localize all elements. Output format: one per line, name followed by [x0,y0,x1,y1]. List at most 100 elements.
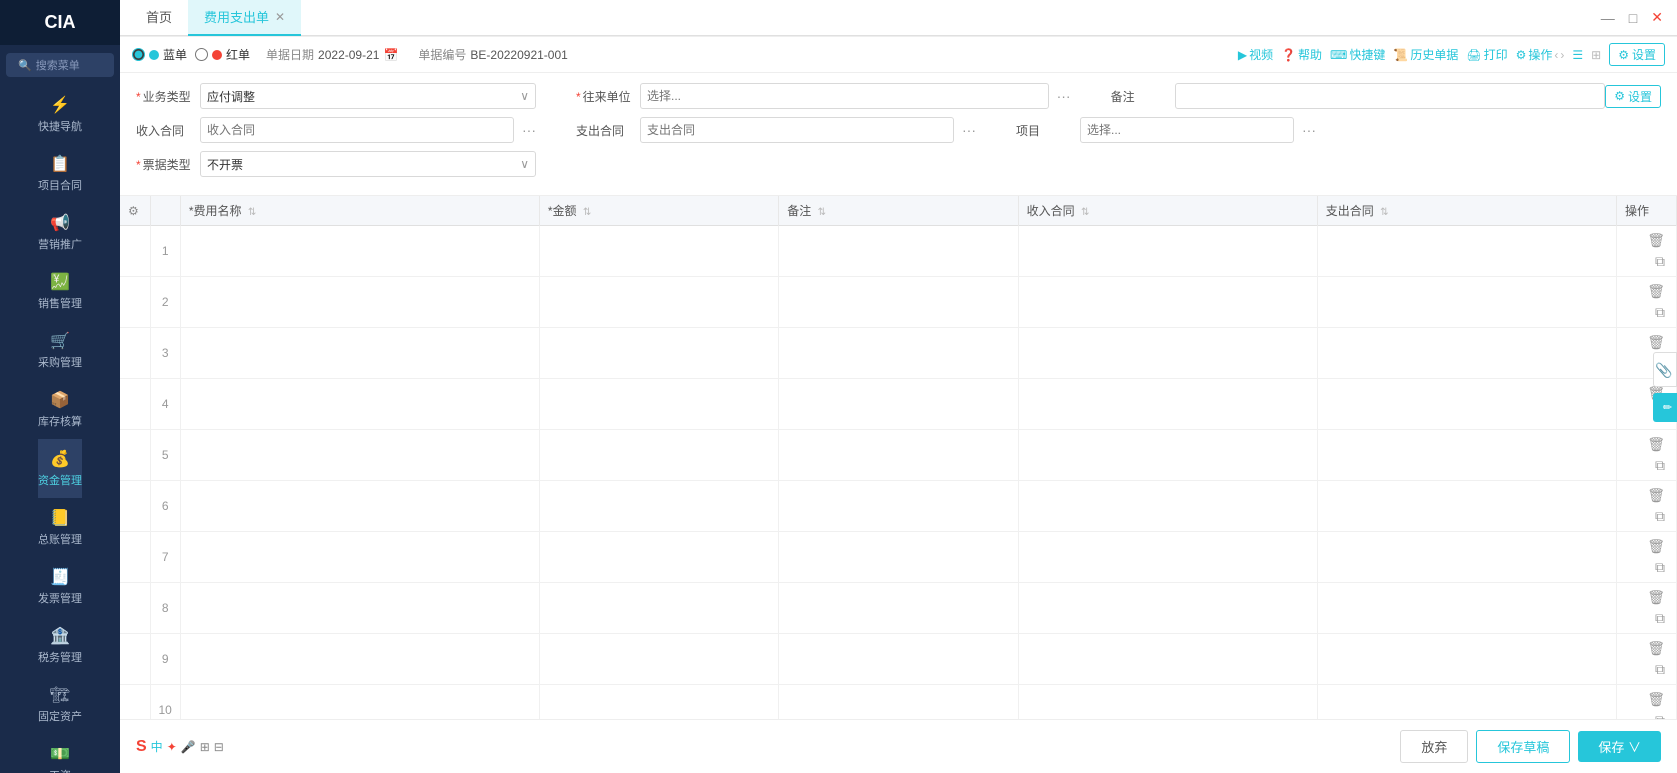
row-delete-9[interactable]: 🗑 [1644,638,1668,659]
row-name-10[interactable] [180,685,539,720]
row-copy-9[interactable]: ⧉ [1652,659,1668,680]
row-amount-4[interactable] [539,379,778,430]
row-check-3[interactable] [120,328,150,379]
row-delete-5[interactable]: 🗑 [1644,434,1668,455]
row-expense-5[interactable] [1317,430,1616,481]
red-radio[interactable] [195,48,208,61]
row-income-9[interactable] [1018,634,1317,685]
tab-home[interactable]: 首页 [130,0,188,36]
sidebar-item-accounting[interactable]: 📒总账管理 [38,498,82,557]
row-name-9[interactable] [180,634,539,685]
sidebar-item-project-contract[interactable]: 📋项目合同 [38,144,82,203]
row-copy-5[interactable]: ⧉ [1652,455,1668,476]
th-name-sort[interactable]: ⇅ [248,207,256,218]
project-input[interactable] [1080,117,1294,143]
row-income-2[interactable] [1018,277,1317,328]
blue-radio[interactable] [132,48,145,61]
sidebar-item-sales[interactable]: 💹销售管理 [38,262,82,321]
action-button[interactable]: ✏ [1653,393,1677,422]
row-check-10[interactable] [120,685,150,720]
row-delete-8[interactable]: 🗑 [1644,587,1668,608]
row-copy-8[interactable]: ⧉ [1652,608,1668,629]
row-income-3[interactable] [1018,328,1317,379]
row-delete-6[interactable]: 🗑 [1644,485,1668,506]
sidebar-search[interactable]: 🔍 搜索菜单 [6,53,114,77]
row-expense-2[interactable] [1317,277,1616,328]
row-name-8[interactable] [180,583,539,634]
table-settings-icon[interactable]: ⚙ [128,204,139,218]
layout-icon-list[interactable]: ☰ [1572,48,1583,62]
th-income-sort[interactable]: ⇅ [1081,207,1089,218]
sidebar-item-tax[interactable]: 🏦税务管理 [38,616,82,675]
row-copy-1[interactable]: ⧉ [1652,251,1668,272]
layout-icon-grid[interactable]: ⊞ [1591,48,1601,62]
row-amount-1[interactable] [539,226,778,277]
row-name-5[interactable] [180,430,539,481]
shortcut-btn[interactable]: ⌨ 快捷键 [1330,46,1385,63]
print-btn[interactable]: 🖨 打印 [1466,46,1507,63]
row-note-8[interactable] [779,583,1018,634]
partner-input[interactable] [640,83,1049,109]
sidebar-item-inventory[interactable]: 📦库存核算 [38,380,82,439]
note-input[interactable] [1175,83,1606,109]
row-note-5[interactable] [779,430,1018,481]
nav-prev-icon[interactable]: ‹ [1554,48,1558,62]
sidebar-item-quick-nav[interactable]: ⚡快捷导航 [38,85,82,144]
row-name-1[interactable] [180,226,539,277]
close-btn[interactable]: ✕ [1647,9,1667,26]
biz-type-select[interactable]: 应付调整 ∨ [200,83,536,109]
row-amount-8[interactable] [539,583,778,634]
row-expense-4[interactable] [1317,379,1616,430]
row-expense-6[interactable] [1317,481,1616,532]
save-button[interactable]: 保存 ∨ [1578,731,1661,762]
nav-next-icon[interactable]: › [1560,48,1564,62]
row-delete-10[interactable]: 🗑 [1644,689,1668,710]
blue-radio-label[interactable]: 蓝单 [132,46,187,63]
row-amount-5[interactable] [539,430,778,481]
sidebar-item-capital[interactable]: 💰资金管理 [38,439,82,498]
video-btn[interactable]: ▶ 视频 [1238,46,1273,63]
row-check-9[interactable] [120,634,150,685]
row-income-8[interactable] [1018,583,1317,634]
row-copy-10[interactable]: ⧉ [1652,710,1668,719]
row-expense-10[interactable] [1317,685,1616,720]
row-income-6[interactable] [1018,481,1317,532]
row-income-1[interactable] [1018,226,1317,277]
row-note-7[interactable] [779,532,1018,583]
row-delete-3[interactable]: 🗑 [1644,332,1668,353]
row-check-2[interactable] [120,277,150,328]
expense-contract-more[interactable]: ··· [962,122,976,138]
row-amount-2[interactable] [539,277,778,328]
row-check-7[interactable] [120,532,150,583]
row-check-6[interactable] [120,481,150,532]
row-check-5[interactable] [120,430,150,481]
row-income-4[interactable] [1018,379,1317,430]
invoice-type-select[interactable]: 不开票 ∨ [200,151,536,177]
sidebar-item-salary[interactable]: 💵工资 [38,734,82,773]
attach-button[interactable]: 📎 [1653,351,1677,386]
row-note-10[interactable] [779,685,1018,720]
row-copy-6[interactable]: ⧉ [1652,506,1668,527]
row-income-7[interactable] [1018,532,1317,583]
sidebar-item-assets[interactable]: 🏗固定资产 [38,675,82,734]
row-note-4[interactable] [779,379,1018,430]
row-amount-3[interactable] [539,328,778,379]
partner-more-icon[interactable]: ··· [1057,88,1071,104]
row-delete-2[interactable]: 🗑 [1644,281,1668,302]
row-check-8[interactable] [120,583,150,634]
th-note-sort[interactable]: ⇅ [818,207,826,218]
tab-expense[interactable]: 费用支出单✕ [188,0,301,36]
row-copy-2[interactable]: ⧉ [1652,302,1668,323]
save-draft-button[interactable]: 保存草稿 [1476,730,1570,763]
row-note-1[interactable] [779,226,1018,277]
row-name-2[interactable] [180,277,539,328]
form-settings-btn[interactable]: ⚙ 设置 [1605,85,1661,108]
tab-close-expense[interactable]: ✕ [275,10,285,24]
sidebar-item-purchase[interactable]: 🛒采购管理 [38,321,82,380]
row-check-1[interactable] [120,226,150,277]
project-more[interactable]: ··· [1302,122,1316,138]
row-amount-7[interactable] [539,532,778,583]
minimize-btn[interactable]: — [1597,10,1619,26]
row-check-4[interactable] [120,379,150,430]
row-delete-7[interactable]: 🗑 [1644,536,1668,557]
